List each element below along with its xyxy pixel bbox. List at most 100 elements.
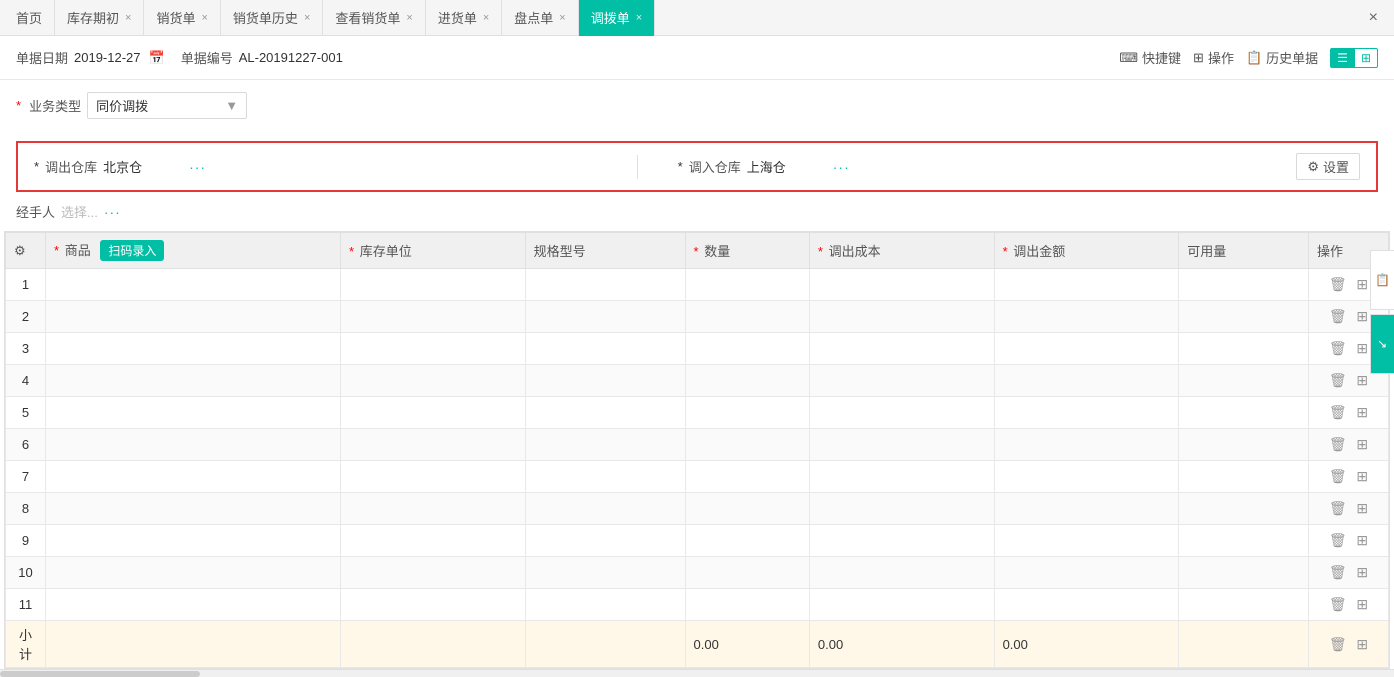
copy-row-icon[interactable]: ⊞ [1356,564,1368,580]
row-product[interactable] [46,493,341,525]
row-available[interactable] [1179,461,1309,493]
table-row[interactable]: 11 🗑 ⊞ [6,589,1389,621]
row-cost[interactable] [809,365,994,397]
row-available[interactable] [1179,429,1309,461]
out-warehouse-more[interactable]: ··· [189,159,206,175]
shortcut-action[interactable]: ⌨ 快捷键 [1119,48,1181,67]
table-row[interactable]: 1 🗑 ⊞ [6,269,1389,301]
tab-view-sales-close[interactable]: × [406,12,412,24]
row-amount[interactable] [994,589,1179,621]
row-cost[interactable] [809,301,994,333]
tab-sales-history[interactable]: 销货单历史 × [221,0,323,36]
row-product[interactable] [46,365,341,397]
row-cost[interactable] [809,333,994,365]
row-product[interactable] [46,429,341,461]
row-product[interactable] [46,333,341,365]
row-amount[interactable] [994,365,1179,397]
delete-row-icon[interactable]: 🗑 [1329,308,1347,324]
row-spec[interactable] [525,525,685,557]
row-spec[interactable] [525,365,685,397]
row-amount[interactable] [994,397,1179,429]
table-row[interactable]: 8 🗑 ⊞ [6,493,1389,525]
tab-stock-init-close[interactable]: × [125,12,131,24]
copy-row-icon[interactable]: ⊞ [1356,404,1368,420]
window-close-button[interactable]: × [1361,9,1386,27]
row-amount[interactable] [994,557,1179,589]
tab-inventory-close[interactable]: × [559,12,565,24]
tab-view-sales[interactable]: 查看销货单 × [323,0,425,36]
table-row[interactable]: 3 🗑 ⊞ [6,333,1389,365]
delete-row-icon[interactable]: 🗑 [1329,276,1347,292]
row-qty[interactable] [685,301,809,333]
row-qty[interactable] [685,461,809,493]
delete-row-icon[interactable]: 🗑 [1329,500,1347,516]
row-product[interactable] [46,461,341,493]
tab-purchase[interactable]: 进货单 × [426,0,502,36]
row-qty[interactable] [685,429,809,461]
row-available[interactable] [1179,557,1309,589]
row-unit[interactable] [341,429,526,461]
tab-home[interactable]: 首页 [8,0,55,36]
history-action[interactable]: 📋 历史单据 [1246,48,1318,67]
row-unit[interactable] [341,493,526,525]
table-row[interactable]: 6 🗑 ⊞ [6,429,1389,461]
in-warehouse-more[interactable]: ··· [833,159,850,175]
row-qty[interactable] [685,525,809,557]
row-amount[interactable] [994,493,1179,525]
row-spec[interactable] [525,301,685,333]
tab-stock-init[interactable]: 库存期初 × [55,0,144,36]
delete-row-icon[interactable]: 🗑 [1329,372,1347,388]
row-product[interactable] [46,269,341,301]
tab-inventory[interactable]: 盘点单 × [502,0,578,36]
subtotal-copy-icon[interactable]: ⊞ [1356,636,1368,652]
scrollbar-thumb[interactable] [0,671,200,677]
row-available[interactable] [1179,525,1309,557]
copy-row-icon[interactable]: ⊞ [1356,372,1368,388]
table-row[interactable]: 10 🗑 ⊞ [6,557,1389,589]
row-cost[interactable] [809,525,994,557]
row-spec[interactable] [525,493,685,525]
row-unit[interactable] [341,589,526,621]
row-unit[interactable] [341,557,526,589]
row-spec[interactable] [525,397,685,429]
delete-row-icon[interactable]: 🗑 [1329,340,1347,356]
copy-row-icon[interactable]: ⊞ [1356,436,1368,452]
row-amount[interactable] [994,525,1179,557]
calendar-icon[interactable]: 📅 [149,50,165,66]
row-product[interactable] [46,589,341,621]
row-qty[interactable] [685,333,809,365]
copy-row-icon[interactable]: ⊞ [1356,308,1368,324]
row-amount[interactable] [994,269,1179,301]
layout-toggle[interactable]: ☰ ⊞ [1330,48,1378,68]
row-amount[interactable] [994,301,1179,333]
row-spec[interactable] [525,429,685,461]
row-unit[interactable] [341,301,526,333]
row-spec[interactable] [525,333,685,365]
handler-more[interactable]: ··· [104,204,121,220]
row-unit[interactable] [341,525,526,557]
delete-row-icon[interactable]: 🗑 [1329,404,1347,420]
row-spec[interactable] [525,461,685,493]
table-settings-header[interactable]: ⚙ [6,233,46,269]
row-cost[interactable] [809,557,994,589]
copy-row-icon[interactable]: ⊞ [1356,596,1368,612]
row-available[interactable] [1179,397,1309,429]
tab-transfer-close[interactable]: × [636,12,642,24]
table-row[interactable]: 5 🗑 ⊞ [6,397,1389,429]
row-product[interactable] [46,397,341,429]
row-product[interactable] [46,525,341,557]
row-qty[interactable] [685,365,809,397]
row-available[interactable] [1179,365,1309,397]
side-doc-list-button[interactable]: 📋 [1370,250,1394,310]
row-unit[interactable] [341,365,526,397]
row-cost[interactable] [809,461,994,493]
horizontal-scrollbar[interactable] [0,669,1394,677]
tab-purchase-close[interactable]: × [483,12,489,24]
copy-row-icon[interactable]: ⊞ [1356,500,1368,516]
row-qty[interactable] [685,557,809,589]
side-export-button[interactable]: ↗ [1370,314,1394,374]
row-cost[interactable] [809,397,994,429]
delete-row-icon[interactable]: 🗑 [1329,532,1347,548]
row-unit[interactable] [341,333,526,365]
row-unit[interactable] [341,269,526,301]
